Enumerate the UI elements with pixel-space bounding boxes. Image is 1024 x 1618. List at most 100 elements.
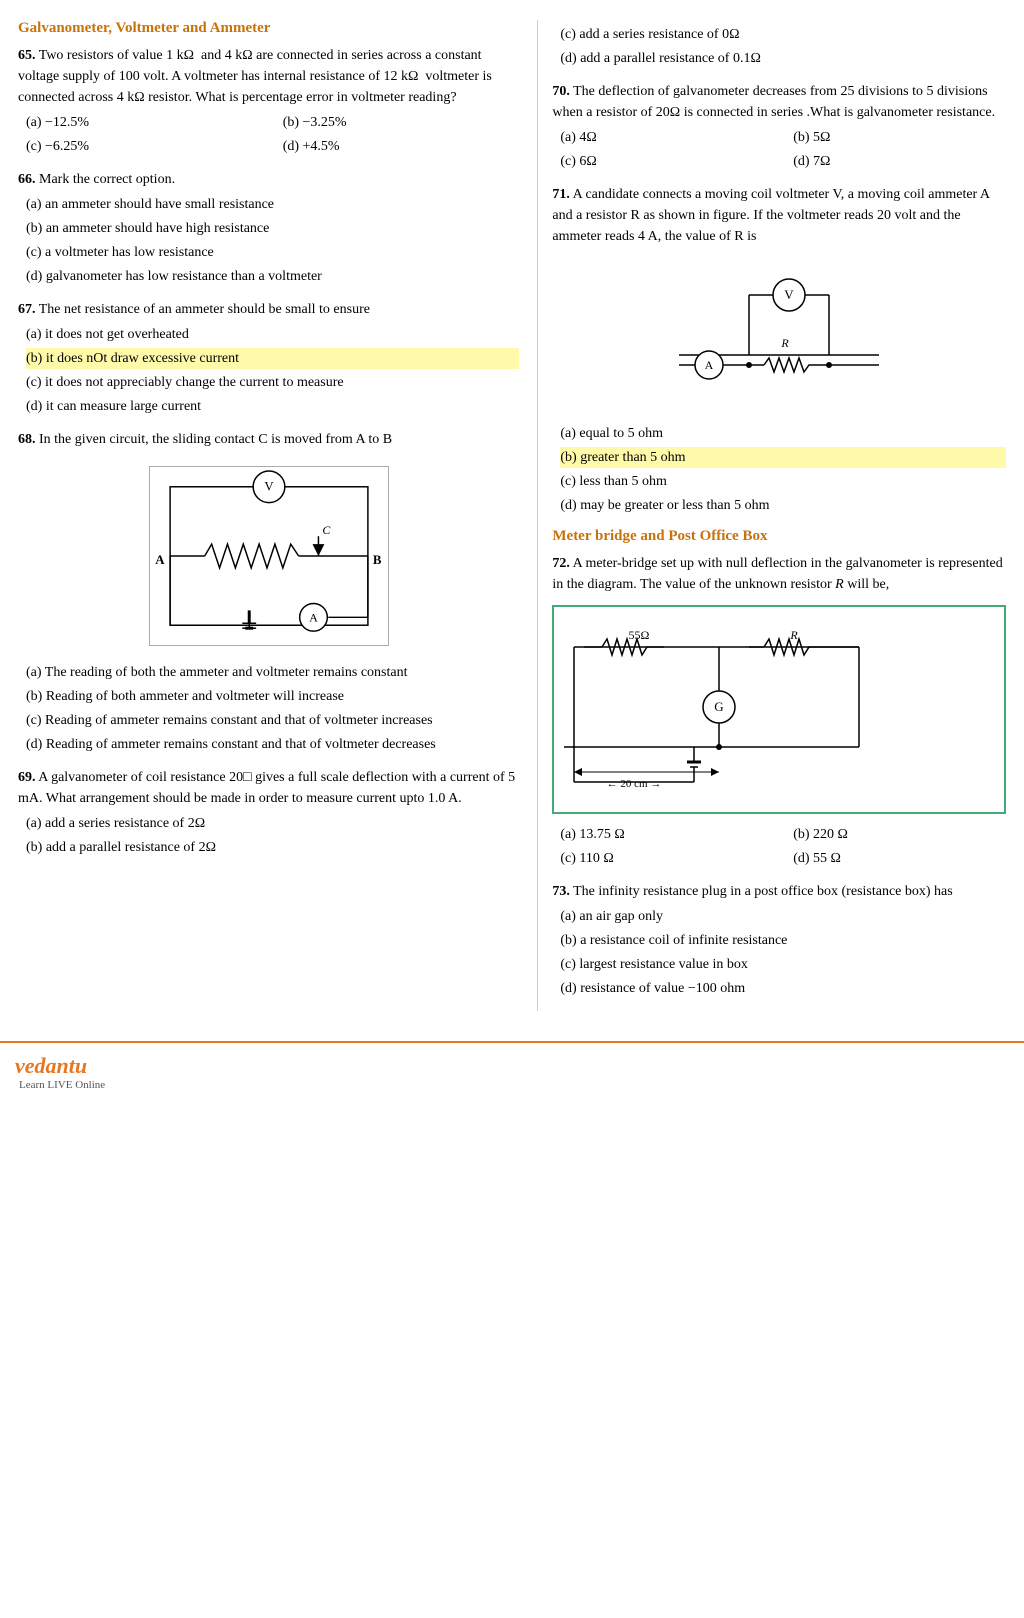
q71-text: A candidate connects a moving coil voltm…	[552, 187, 989, 244]
q70-num: 70.	[552, 84, 570, 99]
q65-num: 65.	[18, 48, 36, 63]
footer: vedantu Learn LIVE Online	[0, 1041, 1024, 1101]
q65-opt-b: (b) −3.25%	[283, 112, 520, 133]
section-title-left: Galvanometer, Voltmeter and Ammeter	[18, 20, 519, 37]
q71-opt-b: (b) greater than 5 ohm	[560, 447, 1006, 468]
q68-opt-b: (b) Reading of both ammeter and voltmete…	[26, 686, 519, 707]
question-68: 68. In the given circuit, the sliding co…	[18, 429, 519, 755]
svg-text:V: V	[784, 287, 794, 302]
q69-text: A galvanometer of coil resistance 20□ gi…	[18, 770, 515, 806]
question-72: 72. A meter-bridge set up with null defl…	[552, 553, 1006, 869]
q66-num: 66.	[18, 172, 36, 187]
q73-opt-c: (c) largest resistance value in box	[560, 954, 1006, 975]
question-66: 66. Mark the correct option. (a) an amme…	[18, 169, 519, 287]
q73-opt-a: (a) an air gap only	[560, 906, 1006, 927]
q69-options: (a) add a series resistance of 2Ω (b) ad…	[26, 813, 519, 858]
q65-options: (a) −12.5% (b) −3.25% (c) −6.25% (d) +4.…	[26, 112, 519, 157]
q69-opt-b: (b) add a parallel resistance of 2Ω	[26, 837, 519, 858]
q69-opt-d: (d) add a parallel resistance of 0.1Ω	[560, 48, 1006, 69]
q70-opt-b: (b) 5Ω	[793, 127, 1006, 148]
q73-text: The infinity resistance plug in a post o…	[573, 884, 953, 899]
svg-text:V: V	[264, 480, 274, 494]
q67-opt-b: (b) it does nOt draw excessive current	[26, 348, 519, 369]
svg-text:R: R	[790, 628, 799, 642]
q66-options: (a) an ammeter should have small resista…	[26, 194, 519, 287]
q65-opt-a: (a) −12.5%	[26, 112, 263, 133]
vedantu-logo: vedantu	[15, 1053, 105, 1079]
svg-text:R: R	[781, 336, 790, 350]
q67-options: (a) it does not get overheated (b) it do…	[26, 324, 519, 417]
q73-opt-b: (b) a resistance coil of infinite resist…	[560, 930, 1006, 951]
q73-options: (a) an air gap only (b) a resistance coi…	[560, 906, 1006, 999]
q68-opt-d: (d) Reading of ammeter remains constant …	[26, 734, 519, 755]
q67-opt-a: (a) it does not get overheated	[26, 324, 519, 345]
q65-opt-c: (c) −6.25%	[26, 136, 263, 157]
q71-circuit: V R A	[669, 255, 889, 415]
q72-opt-d: (d) 55 Ω	[793, 848, 1006, 869]
q68-text: In the given circuit, the sliding contac…	[39, 432, 392, 447]
q70-options: (a) 4Ω (b) 5Ω (c) 6Ω (d) 7Ω	[560, 127, 1006, 172]
q71-diagram-container: V R A	[552, 255, 1006, 415]
q71-opt-c: (c) less than 5 ohm	[560, 471, 1006, 492]
q69-cont: (c) add a series resistance of 0Ω (d) ad…	[552, 24, 1006, 69]
vedantu-tagline: Learn LIVE Online	[19, 1079, 105, 1091]
q66-opt-c: (c) a voltmeter has low resistance	[26, 242, 519, 263]
question-65: 65. Two resistors of value 1 kΩ and 4 kΩ…	[18, 45, 519, 157]
q70-opt-c: (c) 6Ω	[560, 151, 773, 172]
q70-opt-a: (a) 4Ω	[560, 127, 773, 148]
right-column: (c) add a series resistance of 0Ω (d) ad…	[537, 20, 1014, 1011]
question-69: 69. A galvanometer of coil resistance 20…	[18, 767, 519, 858]
question-70: 70. The deflection of galvanometer decre…	[552, 81, 1006, 172]
q72-diagram-box: 55Ω R G	[552, 605, 1006, 814]
q66-text: Mark the correct option.	[39, 172, 175, 187]
q71-opt-d: (d) may be greater or less than 5 ohm	[560, 495, 1006, 516]
q72-opt-b: (b) 220 Ω	[793, 824, 1006, 845]
q72-opt-c: (c) 110 Ω	[560, 848, 773, 869]
svg-text:C: C	[322, 523, 331, 537]
svg-text:A: A	[155, 553, 165, 567]
q71-opt-a: (a) equal to 5 ohm	[560, 423, 1006, 444]
question-67: 67. The net resistance of an ammeter sho…	[18, 299, 519, 417]
svg-text:B: B	[373, 553, 382, 567]
q70-row-2: (c) 6Ω (d) 7Ω	[560, 151, 1006, 172]
q70-text: The deflection of galvanometer decreases…	[552, 84, 995, 120]
q66-opt-d: (d) galvanometer has low resistance than…	[26, 266, 519, 287]
q67-opt-c: (c) it does not appreciably change the c…	[26, 372, 519, 393]
q69-opt-a: (a) add a series resistance of 2Ω	[26, 813, 519, 834]
question-73: 73. The infinity resistance plug in a po…	[552, 881, 1006, 999]
q71-num: 71.	[552, 187, 570, 202]
q73-num: 73.	[552, 884, 570, 899]
q68-num: 68.	[18, 432, 36, 447]
svg-text:A: A	[705, 358, 714, 372]
q70-row-1: (a) 4Ω (b) 5Ω	[560, 127, 1006, 148]
q65-option-row-1: (a) −12.5% (b) −3.25%	[26, 112, 519, 133]
q68-options: (a) The reading of both the ammeter and …	[26, 662, 519, 755]
q73-opt-d: (d) resistance of value −100 ohm	[560, 978, 1006, 999]
q72-text: A meter-bridge set up with null deflecti…	[552, 556, 1002, 592]
q68-opt-c: (c) Reading of ammeter remains constant …	[26, 710, 519, 731]
q72-row-1: (a) 13.75 Ω (b) 220 Ω	[560, 824, 1006, 845]
q69-cont-options: (c) add a series resistance of 0Ω (d) ad…	[560, 24, 1006, 69]
svg-text:55Ω: 55Ω	[629, 628, 650, 642]
q72-options: (a) 13.75 Ω (b) 220 Ω (c) 110 Ω (d) 55 Ω	[560, 824, 1006, 869]
q67-text: The net resistance of an ammeter should …	[39, 302, 370, 317]
q65-option-row-2: (c) −6.25% (d) +4.5%	[26, 136, 519, 157]
q70-opt-d: (d) 7Ω	[793, 151, 1006, 172]
left-column: Galvanometer, Voltmeter and Ammeter 65. …	[10, 20, 527, 1011]
q72-num: 72.	[552, 556, 570, 571]
q72-opt-a: (a) 13.75 Ω	[560, 824, 773, 845]
q68-opt-a: (a) The reading of both the ammeter and …	[26, 662, 519, 683]
section-title-meter-bridge: Meter bridge and Post Office Box	[552, 528, 1006, 545]
q65-text: Two resistors of value 1 kΩ and 4 kΩ are…	[18, 48, 492, 105]
q71-options: (a) equal to 5 ohm (b) greater than 5 oh…	[560, 423, 1006, 516]
q66-opt-a: (a) an ammeter should have small resista…	[26, 194, 519, 215]
svg-text:G: G	[715, 699, 724, 714]
q69-opt-c: (c) add a series resistance of 0Ω	[560, 24, 1006, 45]
q68-circuit: V A B C	[149, 466, 389, 646]
q72-row-2: (c) 110 Ω (d) 55 Ω	[560, 848, 1006, 869]
q72-circuit: 55Ω R G	[564, 617, 874, 797]
q69-num: 69.	[18, 770, 36, 785]
q66-opt-b: (b) an ammeter should have high resistan…	[26, 218, 519, 239]
svg-text:A: A	[309, 610, 318, 624]
q68-diagram-container: V A B C	[18, 458, 519, 654]
